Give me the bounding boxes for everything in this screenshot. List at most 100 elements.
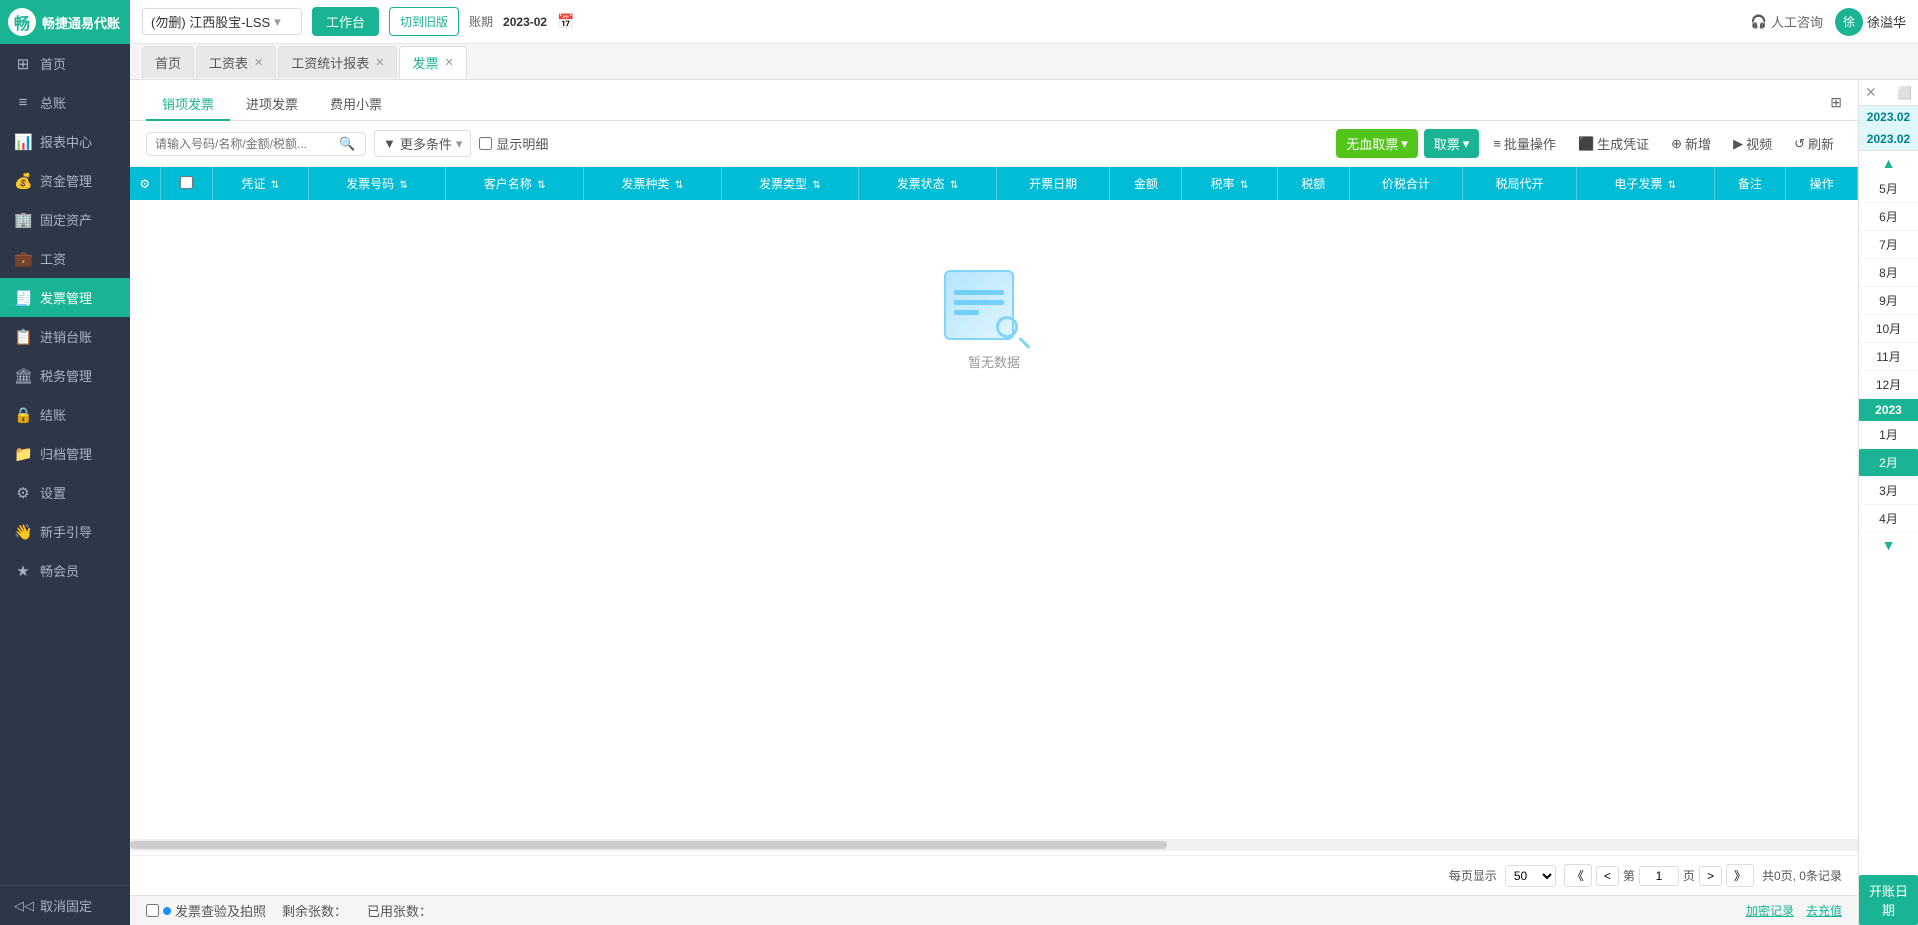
sidebar-item-payroll[interactable]: 💼 工资: [0, 239, 130, 278]
right-panel-expand-button[interactable]: ⬜: [1897, 86, 1912, 100]
old-version-button[interactable]: 切到旧版: [389, 7, 459, 36]
new-button[interactable]: ⊕ 新增: [1663, 130, 1719, 157]
col-tax-code[interactable]: 税局代开: [1463, 167, 1577, 200]
get-invoice-button[interactable]: 取票 ▾: [1424, 129, 1480, 158]
tabs-bar: 首页 工资表 ✕ 工资统计报表 ✕ 发票 ✕: [130, 44, 1918, 80]
month-item-10[interactable]: 10月: [1859, 315, 1918, 343]
sidebar-label-ledger: 总账: [40, 93, 66, 112]
sidebar-item-reports[interactable]: 📊 报表中心: [0, 122, 130, 161]
select-all-checkbox[interactable]: [180, 176, 193, 189]
month-item-3[interactable]: 3月: [1859, 477, 1918, 505]
col-amount[interactable]: 金额: [1110, 167, 1182, 200]
no-invoice-button[interactable]: 无血取票 ▾: [1336, 129, 1418, 158]
col-tax-total[interactable]: 价税合计: [1349, 167, 1463, 200]
search-icon[interactable]: 🔍: [339, 136, 355, 152]
sidebar-item-member[interactable]: ★ 畅会员: [0, 551, 130, 590]
tab-payroll-table-close[interactable]: ✕: [254, 56, 263, 69]
sidebar-item-home[interactable]: ⊞ 首页: [0, 44, 130, 83]
support-button[interactable]: 🎧 人工咨询: [1751, 12, 1823, 31]
tab-invoice-close[interactable]: ✕: [445, 56, 454, 69]
col-invoice-status[interactable]: 发票状态 ⇅: [859, 167, 997, 200]
batch-ops-button[interactable]: ≡ 批量操作: [1485, 130, 1564, 157]
month-item-5[interactable]: 5月: [1859, 175, 1918, 203]
month-item-8[interactable]: 8月: [1859, 259, 1918, 287]
tab-payroll-table[interactable]: 工资表 ✕: [196, 46, 276, 78]
col-voucher[interactable]: 凭证 ⇅: [212, 167, 308, 200]
month-item-7[interactable]: 7月: [1859, 231, 1918, 259]
month-item-11[interactable]: 11月: [1859, 343, 1918, 371]
sidebar-label-member: 畅会员: [40, 561, 79, 580]
page-prev-button[interactable]: <: [1596, 866, 1619, 886]
horizontal-scrollbar[interactable]: [130, 839, 1858, 851]
show-detail-checkbox[interactable]: [479, 137, 492, 150]
sidebar-item-tax[interactable]: 🏛 税务管理: [0, 356, 130, 395]
sub-tab-sales[interactable]: 销项发票: [146, 88, 230, 121]
sidebar-item-settings[interactable]: ⚙ 设置: [0, 473, 130, 512]
invoice-check-checkbox[interactable]: [146, 904, 159, 917]
col-remark[interactable]: 备注: [1714, 167, 1786, 200]
video-button[interactable]: ▶ 视频: [1725, 130, 1780, 157]
fixed-assets-icon: 🏢: [14, 211, 32, 229]
sidebar-item-ledger[interactable]: ≡ 总账: [0, 83, 130, 122]
col-open-date[interactable]: 开票日期: [996, 167, 1110, 200]
unpin-label: 取消固定: [40, 896, 92, 915]
sidebar-item-guide[interactable]: 👋 新手引导: [0, 512, 130, 551]
remaining-label: 剩余张数：: [282, 901, 347, 920]
col-customer[interactable]: 客户名称 ⇅: [446, 167, 584, 200]
month-item-9[interactable]: 9月: [1859, 287, 1918, 315]
month-item-4[interactable]: 4月: [1859, 505, 1918, 533]
col-checkbox[interactable]: [160, 167, 212, 200]
col-invoice-category[interactable]: 发票类型 ⇅: [721, 167, 859, 200]
scroll-up-button[interactable]: ▲: [1859, 151, 1918, 175]
user-avatar-area[interactable]: 徐 徐溢华: [1835, 8, 1906, 36]
page-last-button[interactable]: 》: [1726, 864, 1754, 887]
col-invoice-no[interactable]: 发票号码 ⇅: [308, 167, 446, 200]
page-size-label: 每页显示: [1449, 867, 1497, 884]
page-first-button[interactable]: 《: [1564, 864, 1592, 887]
page-size-select[interactable]: 50 20 100: [1505, 865, 1556, 887]
recharge-link[interactable]: 去充值: [1806, 902, 1842, 919]
column-settings-icon[interactable]: ⊞: [1830, 94, 1842, 111]
right-panel-close-button[interactable]: ✕: [1865, 84, 1877, 101]
tab-invoice[interactable]: 发票 ✕: [399, 46, 466, 79]
sidebar-item-sales[interactable]: 📋 进销台账: [0, 317, 130, 356]
col-tax[interactable]: 税额: [1277, 167, 1349, 200]
encrypt-record-link[interactable]: 加密记录: [1746, 902, 1794, 919]
search-input[interactable]: [155, 137, 335, 151]
month-item-1[interactable]: 1月: [1859, 421, 1918, 449]
tab-payroll-stats-close[interactable]: ✕: [375, 56, 384, 69]
sidebar-item-funds[interactable]: 💰 资金管理: [0, 161, 130, 200]
workspace-button[interactable]: 工作台: [312, 7, 379, 36]
tab-payroll-stats[interactable]: 工资统计报表 ✕: [278, 46, 397, 78]
sidebar-item-invoice[interactable]: 🧾 发票管理: [0, 278, 130, 317]
col-invoice-type[interactable]: 发票种类 ⇅: [583, 167, 721, 200]
col-tax-rate[interactable]: 税率 ⇅: [1182, 167, 1278, 200]
col-e-invoice[interactable]: 电子发票 ⇅: [1576, 167, 1714, 200]
month-item-12[interactable]: 12月: [1859, 371, 1918, 399]
company-select[interactable]: (勿删) 江西股宝-LSS ▾: [142, 8, 302, 35]
sidebar-bottom-pin[interactable]: ◁◁ 取消固定: [0, 885, 130, 925]
tab-home[interactable]: 首页: [142, 46, 194, 78]
scroll-down-button[interactable]: ▼: [1859, 533, 1918, 557]
empty-text: 暂无数据: [968, 352, 1020, 371]
chevron-down-icon: ▾: [274, 14, 281, 30]
more-conditions-button[interactable]: ▼ 更多条件 ▾: [374, 130, 471, 157]
refresh-button[interactable]: ↺ 刷新: [1786, 130, 1842, 157]
col-settings[interactable]: ⚙: [130, 167, 160, 200]
sidebar-item-fixed-assets[interactable]: 🏢 固定资产: [0, 200, 130, 239]
sub-tab-purchase-label: 进项发票: [246, 97, 298, 112]
sidebar-logo: 畅 畅捷通易代账: [0, 0, 130, 44]
sidebar-item-close[interactable]: 🔒 结账: [0, 395, 130, 434]
page-next-button[interactable]: >: [1699, 866, 1722, 886]
gen-voucher-button[interactable]: ⬛ 生成凭证: [1570, 130, 1657, 157]
month-item-6[interactable]: 6月: [1859, 203, 1918, 231]
support-label: 人工咨询: [1771, 12, 1823, 31]
refresh-label: 刷新: [1808, 134, 1834, 153]
month-item-2-active[interactable]: 2月: [1859, 449, 1918, 477]
sidebar-item-archive[interactable]: 📁 归档管理: [0, 434, 130, 473]
sub-tab-purchase[interactable]: 进项发票: [230, 88, 314, 121]
open-period-button[interactable]: 开账日期: [1859, 875, 1918, 925]
sub-tab-expense[interactable]: 费用小票: [314, 88, 398, 121]
show-detail-checkbox-wrap[interactable]: 显示明细: [479, 134, 548, 153]
page-input[interactable]: [1639, 866, 1679, 886]
